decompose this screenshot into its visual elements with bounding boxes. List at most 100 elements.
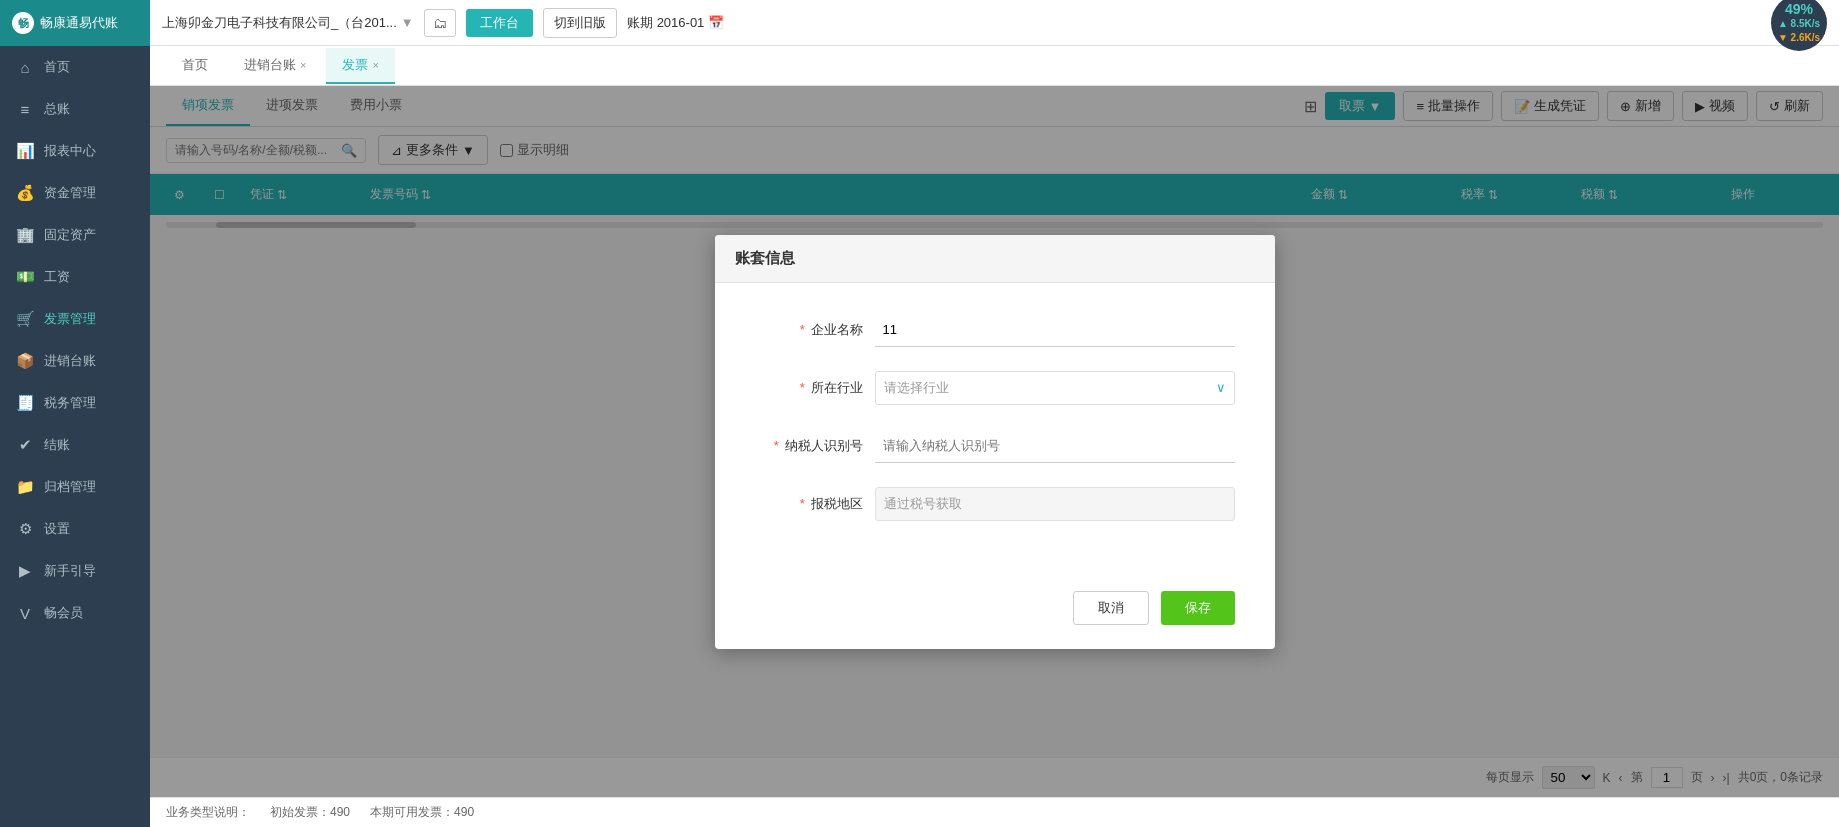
sidebar-item-salary[interactable]: 💵 工资	[0, 256, 150, 298]
period-value: 2016-01	[657, 15, 705, 30]
logo-icon: 畅	[12, 12, 34, 34]
invoice-icon: 🛒	[16, 310, 34, 328]
calendar-icon[interactable]: 📅	[708, 15, 724, 30]
sidebar-item-guide[interactable]: ▶ 新手引导	[0, 550, 150, 592]
modal-footer: 取消 保存	[715, 575, 1275, 649]
sidebar: 畅 畅康通易代账 ⌂ 首页 ≡ 总账 📊 报表中心 💰 资金管理 🏢 固定资产 …	[0, 0, 150, 827]
industry-label: * 所在行业	[755, 379, 875, 397]
company-selector[interactable]: 上海卯金刀电子科技有限公司_（台201... ▼	[162, 14, 414, 32]
home-icon: ⌂	[16, 59, 34, 76]
sidebar-item-home[interactable]: ⌂ 首页	[0, 46, 150, 88]
tab-purchases-label: 进销台账	[244, 56, 296, 74]
sidebar-item-reports[interactable]: 📊 报表中心	[0, 130, 150, 172]
sidebar-item-label: 畅会员	[44, 604, 83, 622]
speed-stats: ▲ 8.5K/s ▼ 2.6K/s	[1778, 17, 1820, 45]
oldver-button[interactable]: 切到旧版	[543, 8, 617, 38]
guide-icon: ▶	[16, 562, 34, 580]
account-info-modal: 账套信息 * 企业名称 * 所在行业	[715, 235, 1275, 649]
modal-overlay: 账套信息 * 企业名称 * 所在行业	[150, 86, 1839, 797]
company-name-label: * 企业名称	[755, 321, 875, 339]
status-text1: 业务类型说明：	[166, 804, 250, 821]
form-row-tax-region: * 报税地区 通过税号获取	[755, 487, 1235, 521]
status-text2: 初始发票：490	[270, 804, 350, 821]
sidebar-item-label: 报表中心	[44, 142, 96, 160]
sidebar-item-label: 总账	[44, 100, 70, 118]
tax-id-label: * 纳税人识别号	[755, 437, 875, 455]
company-dropdown-icon: ▼	[401, 15, 414, 30]
tab-purchases-close[interactable]: ×	[300, 59, 306, 71]
period-label: 账期	[627, 14, 653, 32]
sidebar-item-purchases[interactable]: 📦 进销台账	[0, 340, 150, 382]
form-row-industry: * 所在行业 请选择行业 ∨	[755, 371, 1235, 405]
app-logo: 畅 畅康通易代账	[0, 0, 150, 46]
settle-icon: ✔	[16, 436, 34, 454]
salary-icon: 💵	[16, 268, 34, 286]
sidebar-item-label: 设置	[44, 520, 70, 538]
reports-icon: 📊	[16, 142, 34, 160]
archive-icon: 📁	[16, 478, 34, 496]
modal-title: 账套信息	[715, 235, 1275, 283]
sidebar-item-label: 归档管理	[44, 478, 96, 496]
sidebar-item-label: 结账	[44, 436, 70, 454]
speed-indicator: 49% ▲ 8.5K/s ▼ 2.6K/s	[1771, 0, 1827, 51]
ledger-icon: ≡	[16, 101, 34, 118]
period-display: 账期 2016-01 📅	[627, 14, 725, 32]
purchases-icon: 📦	[16, 352, 34, 370]
sidebar-item-funds[interactable]: 💰 资金管理	[0, 172, 150, 214]
tabbar: 首页 进销台账 × 发票 ×	[150, 46, 1839, 86]
sidebar-item-assets[interactable]: 🏢 固定资产	[0, 214, 150, 256]
tab-invoice-close[interactable]: ×	[372, 59, 378, 71]
sidebar-item-label: 资金管理	[44, 184, 96, 202]
content-area: 销项发票 进项发票 费用小票 ⊞ 取票 ▼ ≡ 批量操作 📝	[150, 86, 1839, 797]
tab-home[interactable]: 首页	[166, 48, 224, 84]
sidebar-item-label: 进销台账	[44, 352, 96, 370]
company-name-input[interactable]	[875, 313, 1235, 347]
topbar: 上海卯金刀电子科技有限公司_（台201... ▼ 🗂 工作台 切到旧版 账期 2…	[150, 0, 1839, 46]
form-row-tax-id: * 纳税人识别号	[755, 429, 1235, 463]
modal-body: * 企业名称 * 所在行业 请选择行业 ∨	[715, 283, 1275, 575]
gear-icon: ⚙	[16, 520, 34, 538]
tax-region-label: * 报税地区	[755, 495, 875, 513]
tab-purchases[interactable]: 进销台账 ×	[228, 48, 322, 84]
sidebar-item-tax[interactable]: 🧾 税务管理	[0, 382, 150, 424]
tab-invoice-label: 发票	[342, 56, 368, 74]
save-button[interactable]: 保存	[1161, 591, 1235, 625]
sidebar-item-label: 发票管理	[44, 310, 96, 328]
app-name: 畅康通易代账	[40, 14, 118, 32]
tax-icon: 🧾	[16, 394, 34, 412]
main-content: 上海卯金刀电子科技有限公司_（台201... ▼ 🗂 工作台 切到旧版 账期 2…	[150, 0, 1839, 827]
assets-icon: 🏢	[16, 226, 34, 244]
status-text3: 本期可用发票：490	[370, 804, 474, 821]
sidebar-item-label: 首页	[44, 58, 70, 76]
sidebar-item-label: 工资	[44, 268, 70, 286]
speed-up: ▲ 8.5K/s	[1778, 17, 1820, 31]
form-row-company: * 企业名称	[755, 313, 1235, 347]
member-icon: V	[16, 605, 34, 622]
sidebar-item-archive[interactable]: 📁 归档管理	[0, 466, 150, 508]
tax-id-input[interactable]	[875, 429, 1235, 463]
sidebar-item-settings[interactable]: ⚙ 设置	[0, 508, 150, 550]
required-star: *	[800, 322, 805, 337]
archive-button[interactable]: 🗂	[424, 9, 456, 37]
sidebar-item-label: 税务管理	[44, 394, 96, 412]
workspace-button[interactable]: 工作台	[466, 9, 533, 37]
company-name: 上海卯金刀电子科技有限公司_（台201...	[162, 14, 397, 32]
industry-select[interactable]: 请选择行业 ∨	[875, 371, 1235, 405]
required-star2: *	[800, 380, 805, 395]
sidebar-item-ledger[interactable]: ≡ 总账	[0, 88, 150, 130]
speed-down: ▼ 2.6K/s	[1778, 31, 1820, 45]
required-star4: *	[800, 496, 805, 511]
speed-percent: 49%	[1785, 1, 1813, 17]
sidebar-item-member[interactable]: V 畅会员	[0, 592, 150, 634]
topbar-right: 49% ▲ 8.5K/s ▼ 2.6K/s	[1771, 0, 1827, 51]
cancel-button[interactable]: 取消	[1073, 591, 1149, 625]
tab-home-label: 首页	[182, 56, 208, 74]
sidebar-item-label: 新手引导	[44, 562, 96, 580]
required-star3: *	[774, 438, 779, 453]
archive-btn-icon: 🗂	[433, 15, 447, 31]
sidebar-item-invoice[interactable]: 🛒 发票管理	[0, 298, 150, 340]
tab-invoice[interactable]: 发票 ×	[326, 48, 394, 84]
industry-dropdown-icon: ∨	[1216, 380, 1226, 395]
tax-region-display: 通过税号获取	[875, 487, 1235, 521]
sidebar-item-settle[interactable]: ✔ 结账	[0, 424, 150, 466]
